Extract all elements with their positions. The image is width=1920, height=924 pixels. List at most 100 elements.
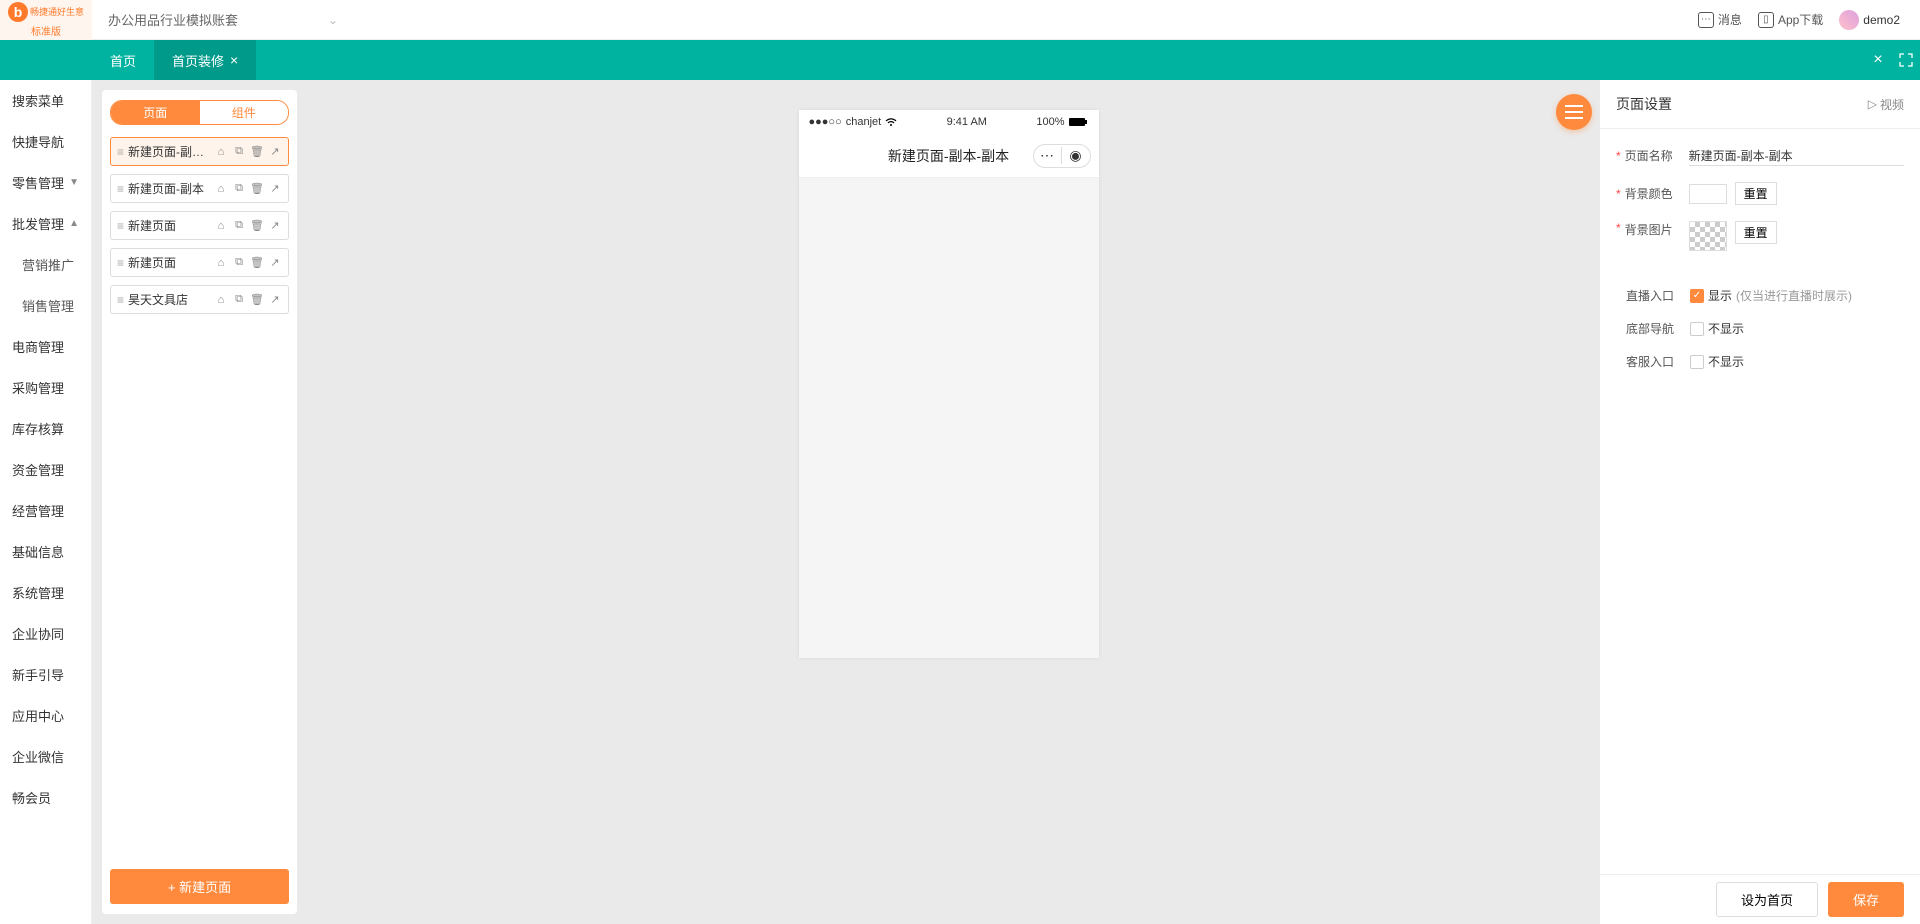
bg-color-picker[interactable] [1689, 184, 1727, 204]
sidebar-sub-sales[interactable]: 销售管理 [0, 285, 91, 326]
page-name: 新建页面-副本 [128, 180, 210, 197]
form-row-service-entry: 客服入口 不显示 [1616, 353, 1904, 370]
mini-program-capsule[interactable]: ⋯ ◉ [1033, 144, 1091, 168]
settings-body: * 页面名称 * 背景颜色 重置 * 背景图片 [1600, 129, 1920, 874]
copy-icon[interactable]: ⧉ [232, 219, 246, 233]
sidebar-item-inventory[interactable]: 库存核算 [0, 408, 91, 449]
sidebar-item-operate[interactable]: 经营管理 [0, 490, 91, 531]
sidebar-item-member[interactable]: 畅会员 [0, 777, 91, 818]
sidebar-item-search[interactable]: 搜索菜单 [0, 80, 91, 121]
phone-icon: ▯ [1758, 12, 1774, 28]
delete-icon[interactable]: 🗑 [250, 182, 264, 196]
save-button[interactable]: 保存 [1828, 882, 1904, 917]
home-icon[interactable]: ⌂ [214, 219, 228, 233]
sidebar-item-wholesale[interactable]: 批发管理▲ [0, 203, 91, 244]
copy-icon[interactable]: ⧉ [232, 293, 246, 307]
tab-page-design[interactable]: 首页装修 × [154, 40, 256, 80]
sidebar-item-system[interactable]: 系统管理 [0, 572, 91, 613]
sidebar-item-funds[interactable]: 资金管理 [0, 449, 91, 490]
wifi-icon [885, 117, 897, 127]
page-item[interactable]: ≡ 昊天文具店 ⌂ ⧉ 🗑 ↗ [110, 285, 289, 314]
form-row-bg-color: * 背景颜色 重置 [1616, 182, 1904, 205]
account-name: 办公用品行业模拟账套 [108, 10, 238, 29]
sidebar-sub-marketing[interactable]: 营销推广 [0, 244, 91, 285]
home-icon[interactable]: ⌂ [214, 182, 228, 196]
delete-icon[interactable]: 🗑 [250, 145, 264, 159]
messages-link[interactable]: ⋯ 消息 [1698, 11, 1742, 28]
reset-bg-color-button[interactable]: 重置 [1735, 182, 1777, 205]
copy-icon[interactable]: ⧉ [232, 182, 246, 196]
target-icon[interactable]: ◉ [1062, 147, 1090, 164]
top-header: b 畅捷通好生意 标准版 办公用品行业模拟账套 ⌄ ⋯ 消息 ▯ App下载 d… [0, 0, 1920, 40]
time-label: 9:41 AM [947, 116, 987, 128]
sidebar-item-purchase[interactable]: 采购管理 [0, 367, 91, 408]
bottom-nav-checkbox[interactable] [1690, 322, 1704, 336]
avatar [1839, 10, 1859, 30]
video-link[interactable]: ▷ 视频 [1868, 96, 1904, 113]
sidebar-item-wechat[interactable]: 企业微信 [0, 736, 91, 777]
panel-tab-page[interactable]: 页面 [111, 101, 200, 124]
sidebar-item-guide[interactable]: 新手引导 [0, 654, 91, 695]
phone-preview: ●●●○○ chanjet 9:41 AM 100% [799, 110, 1099, 658]
required-icon: * [1616, 149, 1621, 163]
drag-icon[interactable]: ≡ [117, 145, 124, 159]
page-name-input[interactable] [1689, 145, 1904, 166]
page-item[interactable]: ≡ 新建页面-副本 ⌂ ⧉ 🗑 ↗ [110, 174, 289, 203]
user-name: demo2 [1863, 13, 1900, 27]
sidebar-item-basic[interactable]: 基础信息 [0, 531, 91, 572]
sidebar-item-apps[interactable]: 应用中心 [0, 695, 91, 736]
live-entry-checkbox[interactable]: ✓ [1690, 289, 1704, 303]
drag-icon[interactable]: ≡ [117, 293, 124, 307]
page-item[interactable]: ≡ 新建页面 ⌂ ⧉ 🗑 ↗ [110, 248, 289, 277]
panel-tab-component[interactable]: 组件 [200, 101, 289, 124]
home-icon[interactable]: ⌂ [214, 145, 228, 159]
close-icon[interactable]: × [230, 52, 238, 68]
tab-bar: 首页 首页装修 × × [0, 40, 1920, 80]
sidebar-item-retail[interactable]: 零售管理▼ [0, 162, 91, 203]
page-panel: 页面 组件 ≡ 新建页面-副本... ⌂ ⧉ 🗑 ↗ ≡ 新建页面-副本 ⌂ ⧉ [102, 90, 297, 914]
sidebar-item-collab[interactable]: 企业协同 [0, 613, 91, 654]
app-download-link[interactable]: ▯ App下载 [1758, 11, 1823, 28]
logo[interactable]: b 畅捷通好生意 标准版 [0, 0, 92, 40]
page-item[interactable]: ≡ 新建页面 ⌂ ⧉ 🗑 ↗ [110, 211, 289, 240]
share-icon[interactable]: ↗ [268, 182, 282, 196]
share-icon[interactable]: ↗ [268, 145, 282, 159]
more-icon[interactable]: ⋯ [1034, 147, 1062, 164]
drag-icon[interactable]: ≡ [117, 219, 124, 233]
phone-body[interactable] [799, 178, 1099, 658]
phone-title: 新建页面-副本-副本 [888, 146, 1009, 166]
delete-icon[interactable]: 🗑 [250, 256, 264, 270]
sidebar-item-ecommerce[interactable]: 电商管理 [0, 326, 91, 367]
bottom-nav-display-label: 不显示 [1708, 320, 1744, 337]
copy-icon[interactable]: ⧉ [232, 145, 246, 159]
signal-icon: ●●●○○ [809, 116, 842, 128]
home-icon[interactable]: ⌂ [214, 293, 228, 307]
toggle-panel-button[interactable] [1556, 94, 1592, 130]
share-icon[interactable]: ↗ [268, 256, 282, 270]
user-menu[interactable]: demo2 [1839, 10, 1900, 30]
account-selector[interactable]: 办公用品行业模拟账套 ⌄ [108, 10, 338, 29]
bg-image-picker[interactable] [1689, 221, 1727, 251]
drag-icon[interactable]: ≡ [117, 256, 124, 270]
delete-icon[interactable]: 🗑 [250, 293, 264, 307]
copy-icon[interactable]: ⧉ [232, 256, 246, 270]
service-entry-display-label: 不显示 [1708, 353, 1744, 370]
set-home-button[interactable]: 设为首页 [1716, 882, 1818, 917]
fullscreen-icon[interactable] [1892, 46, 1920, 74]
tab-home[interactable]: 首页 [92, 40, 154, 80]
reset-bg-image-button[interactable]: 重置 [1735, 221, 1777, 244]
drag-icon[interactable]: ≡ [117, 182, 124, 196]
logo-sub: 标准版 [31, 23, 61, 38]
share-icon[interactable]: ↗ [268, 293, 282, 307]
home-icon[interactable]: ⌂ [214, 256, 228, 270]
main-area: 搜索菜单 快捷导航 零售管理▼ 批发管理▲ 营销推广 销售管理 电商管理 采购管… [0, 80, 1920, 924]
new-page-button[interactable]: + 新建页面 [110, 869, 289, 904]
page-name: 昊天文具店 [128, 291, 210, 308]
sidebar-item-quicknav[interactable]: 快捷导航 [0, 121, 91, 162]
service-entry-checkbox[interactable] [1690, 355, 1704, 369]
battery-label: 100% [1036, 116, 1064, 128]
page-item[interactable]: ≡ 新建页面-副本... ⌂ ⧉ 🗑 ↗ [110, 137, 289, 166]
tab-close-all[interactable]: × [1864, 46, 1892, 74]
share-icon[interactable]: ↗ [268, 219, 282, 233]
delete-icon[interactable]: 🗑 [250, 219, 264, 233]
